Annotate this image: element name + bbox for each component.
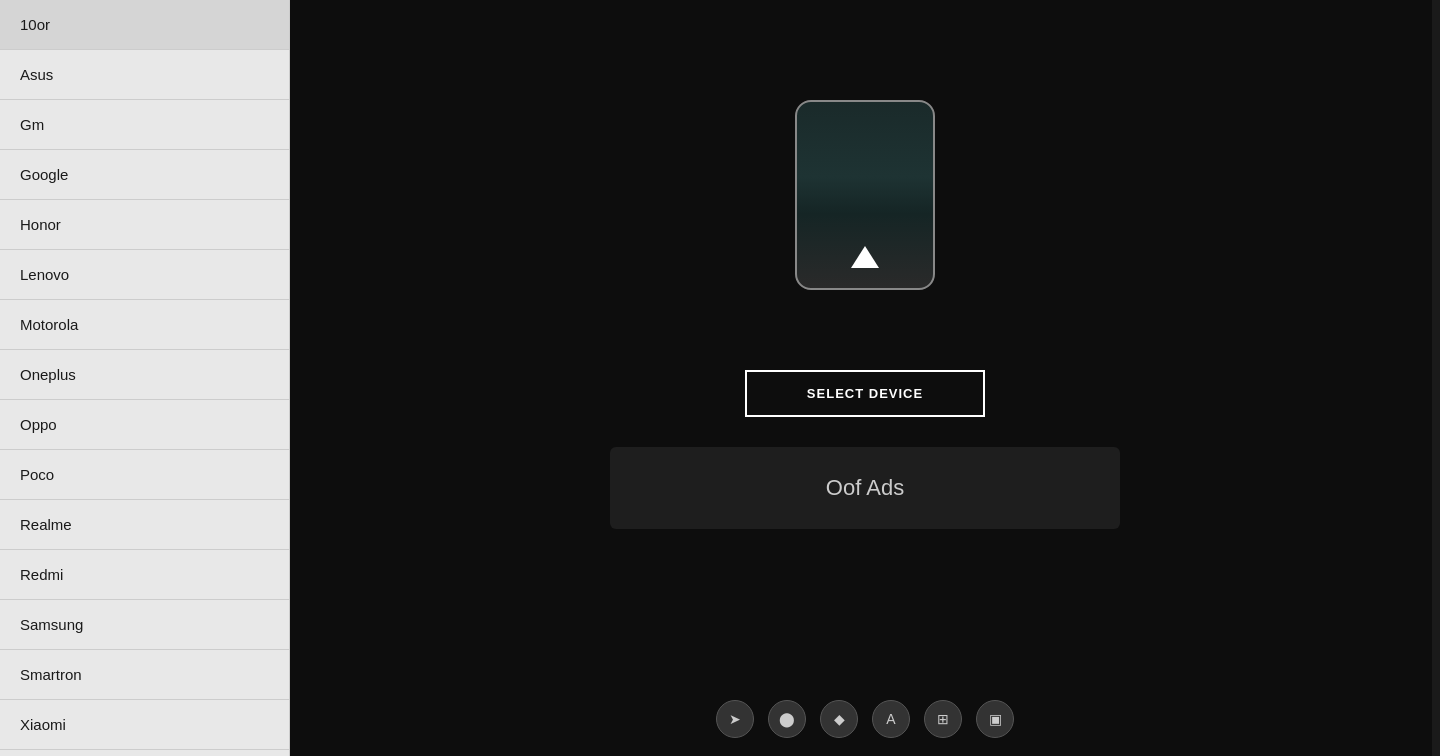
scrollbar-track	[1432, 0, 1440, 756]
sidebar: 10orAsusGmGoogleHonorLenovoMotorolaOnepl…	[0, 0, 290, 756]
send-icon[interactable]: ➤	[716, 700, 754, 738]
sidebar-item-lenovo[interactable]: Lenovo	[0, 250, 289, 300]
sidebar-item-xiaomi[interactable]: Xiaomi	[0, 700, 289, 750]
sidebar-item-oppo[interactable]: Oppo	[0, 400, 289, 450]
oof-ads-banner: Oof Ads	[610, 447, 1120, 529]
main-area: SELECT DEVICE Oof Ads ➤ ⬤ ◆ A ⊞ ▣	[290, 0, 1440, 756]
phone-illustration	[795, 100, 935, 290]
translate-icon[interactable]: A	[872, 700, 910, 738]
select-device-button[interactable]: SELECT DEVICE	[745, 370, 985, 417]
sidebar-item-yu[interactable]: Yu	[0, 750, 289, 756]
sidebar-item-redmi[interactable]: Redmi	[0, 550, 289, 600]
sidebar-item-realme[interactable]: Realme	[0, 500, 289, 550]
sidebar-item-poco[interactable]: Poco	[0, 450, 289, 500]
sidebar-item-asus[interactable]: Asus	[0, 50, 289, 100]
sidebar-item-google[interactable]: Google	[0, 150, 289, 200]
sidebar-item-motorola[interactable]: Motorola	[0, 300, 289, 350]
sidebar-item-samsung[interactable]: Samsung	[0, 600, 289, 650]
sidebar-item-gm[interactable]: Gm	[0, 100, 289, 150]
oof-ads-text: Oof Ads	[826, 475, 904, 500]
diamond-icon[interactable]: ◆	[820, 700, 858, 738]
phone-home-indicator	[851, 246, 879, 268]
github-icon[interactable]: ⬤	[768, 700, 806, 738]
phone-mockup	[795, 100, 935, 290]
sidebar-item-10or[interactable]: 10or	[0, 0, 289, 50]
footer-icons-bar: ➤ ⬤ ◆ A ⊞ ▣	[716, 700, 1014, 738]
grid-icon[interactable]: ⊞	[924, 700, 962, 738]
book-icon[interactable]: ▣	[976, 700, 1014, 738]
sidebar-item-honor[interactable]: Honor	[0, 200, 289, 250]
sidebar-item-smartron[interactable]: Smartron	[0, 650, 289, 700]
sidebar-item-oneplus[interactable]: Oneplus	[0, 350, 289, 400]
